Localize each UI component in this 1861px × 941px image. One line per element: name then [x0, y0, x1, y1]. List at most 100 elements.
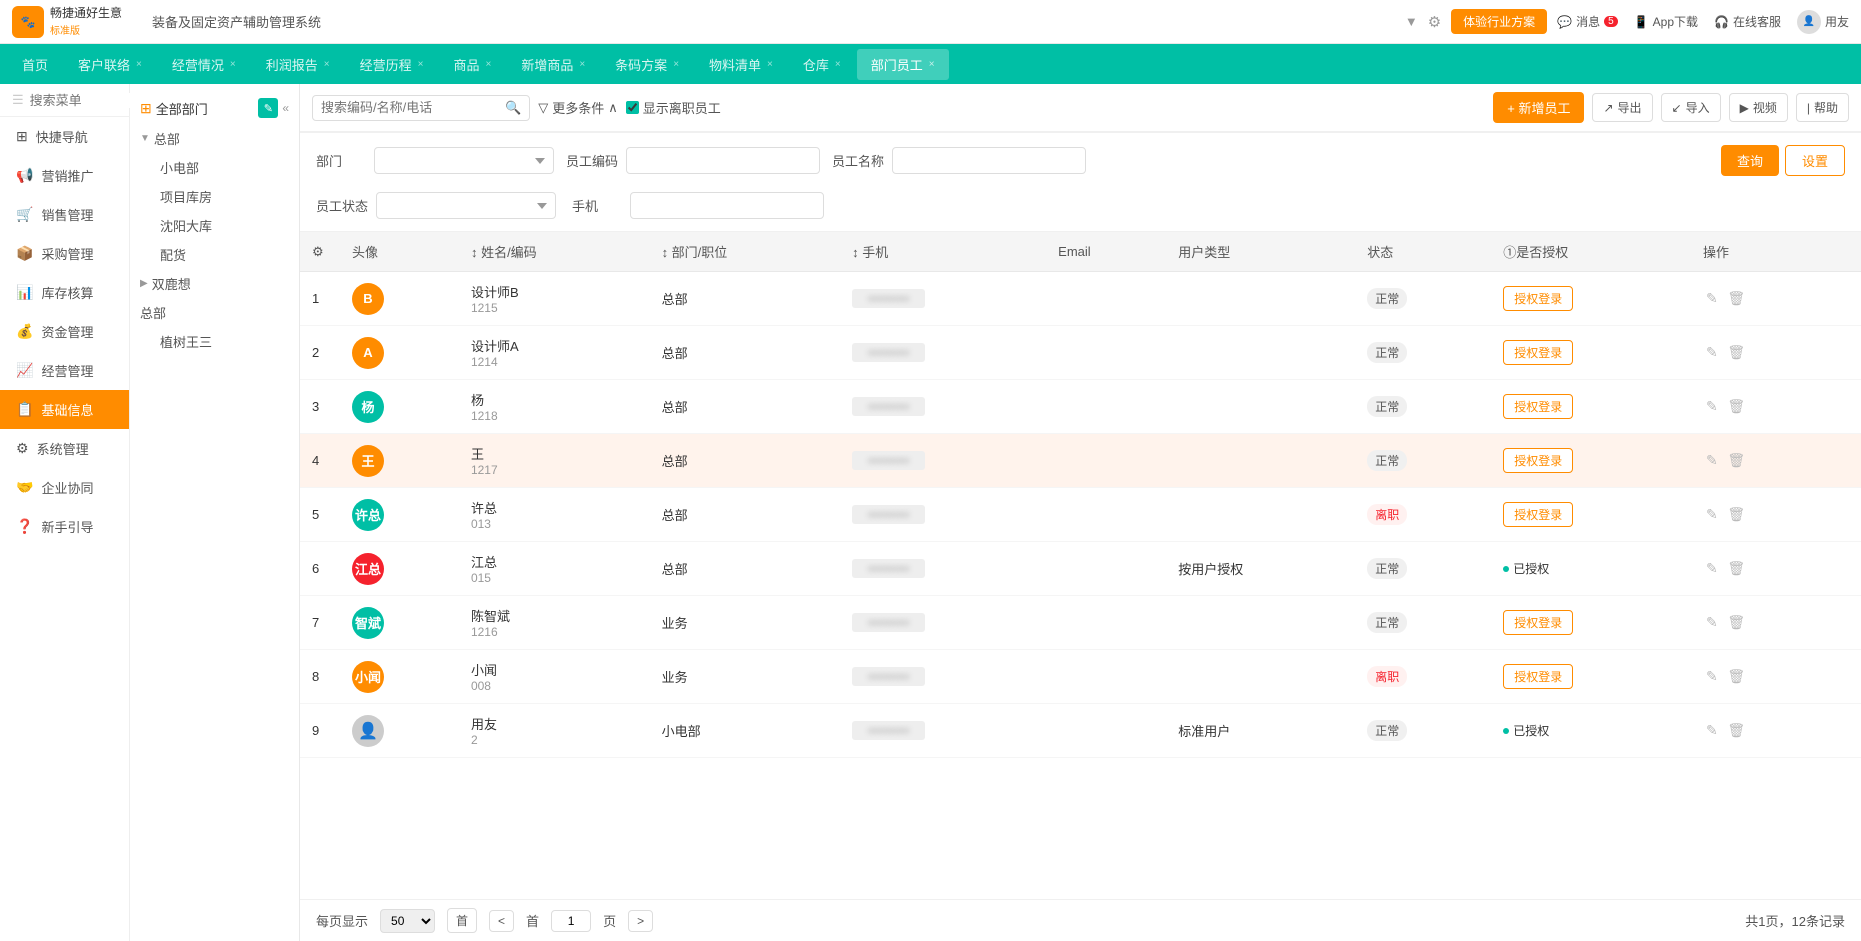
show-resigned-checkbox[interactable] [626, 101, 639, 114]
dept-tree-item-植树王三[interactable]: 植树王三 [130, 327, 299, 356]
edit-button[interactable]: ✎ [1706, 290, 1718, 306]
close-tab-icon[interactable]: × [579, 59, 585, 70]
auth-login-button[interactable]: 授权登录 [1503, 286, 1573, 311]
close-tab-icon[interactable]: × [673, 59, 679, 70]
help-button[interactable]: | 帮助 [1796, 93, 1849, 122]
nav-tab-经营历程[interactable]: 经营历程× [346, 49, 438, 80]
close-tab-icon[interactable]: × [835, 59, 841, 70]
edit-button[interactable]: ✎ [1706, 452, 1718, 468]
prev-page-button[interactable]: < [489, 910, 514, 932]
edit-button[interactable]: ✎ [1706, 668, 1718, 684]
col-phone[interactable]: ↕ 手机 [840, 232, 1046, 272]
auth-login-button[interactable]: 授权登录 [1503, 340, 1573, 365]
show-resigned-checkbox-wrap[interactable]: 显示离职员工 [626, 98, 721, 117]
set-button[interactable]: 设置 [1785, 145, 1845, 176]
delete-button[interactable]: 🗑 [1727, 614, 1745, 630]
tree-edit-button[interactable]: ✎ [258, 98, 278, 118]
search-icon[interactable]: 🔍 [505, 100, 521, 116]
empname-filter-input[interactable] [892, 147, 1086, 174]
dept-filter-select[interactable] [374, 147, 554, 174]
nav-tab-商品[interactable]: 商品× [439, 49, 505, 80]
trial-button[interactable]: 体验行业方案 [1451, 9, 1547, 34]
edit-button[interactable]: ✎ [1706, 614, 1718, 630]
delete-button[interactable]: 🗑 [1727, 398, 1745, 414]
auth-login-button[interactable]: 授权登录 [1503, 394, 1573, 419]
delete-button[interactable]: 🗑 [1727, 668, 1745, 684]
edit-button[interactable]: ✎ [1706, 398, 1718, 414]
close-tab-icon[interactable]: × [767, 59, 773, 70]
col-name[interactable]: ↕ 姓名/编码 [459, 232, 650, 272]
page-number-input[interactable] [551, 910, 591, 932]
sidebar-item-purchase[interactable]: 📦采购管理 [0, 234, 129, 273]
nav-tab-首页[interactable]: 首页 [8, 49, 62, 80]
nav-tab-物料清单[interactable]: 物料清单× [695, 49, 787, 80]
dept-tree-item-双鹿想[interactable]: ▶双鹿想 [130, 269, 299, 298]
close-tab-icon[interactable]: × [929, 59, 935, 70]
close-tab-icon[interactable]: × [136, 59, 142, 70]
sidebar-item-guide[interactable]: ❓新手引导 [0, 507, 129, 546]
sidebar-item-collab[interactable]: 🤝企业协同 [0, 468, 129, 507]
sidebar-item-quick-nav[interactable]: ⊞快捷导航 [0, 117, 129, 156]
delete-button[interactable]: 🗑 [1727, 290, 1745, 306]
add-employee-button[interactable]: + 新增员工 [1493, 92, 1584, 123]
nav-tab-部门员工[interactable]: 部门员工× [857, 49, 949, 80]
query-button[interactable]: 查询 [1721, 145, 1779, 176]
sidebar-item-system[interactable]: ⚙系统管理 [0, 429, 129, 468]
first-page-button[interactable]: 首 [447, 908, 477, 933]
dept-tree-item-沈阳大库[interactable]: 沈阳大库 [130, 211, 299, 240]
more-filter-button[interactable]: ▽ 更多条件 ∧ [538, 98, 618, 117]
edit-button[interactable]: ✎ [1706, 344, 1718, 360]
sidebar-item-finance[interactable]: 💰资金管理 [0, 312, 129, 351]
sidebar-item-basic[interactable]: 📋基础信息 [0, 390, 129, 429]
status-filter-select[interactable] [376, 192, 556, 219]
message-button[interactable]: 💬 消息 5 [1557, 13, 1618, 30]
dept-tree-item-配货[interactable]: 配货 [130, 240, 299, 269]
close-tab-icon[interactable]: × [324, 59, 330, 70]
close-tab-icon[interactable]: × [230, 59, 236, 70]
edit-button[interactable]: ✎ [1706, 560, 1718, 576]
auth-login-button[interactable]: 授权登录 [1503, 610, 1573, 635]
video-button[interactable]: ▶ 视频 [1729, 93, 1788, 122]
page-size-select[interactable]: 50 20 100 [380, 909, 435, 933]
edit-button[interactable]: ✎ [1706, 506, 1718, 522]
nav-tab-客户联络[interactable]: 客户联络× [64, 49, 156, 80]
nav-tab-经营情况[interactable]: 经营情况× [158, 49, 250, 80]
delete-button[interactable]: 🗑 [1727, 452, 1745, 468]
empcode-filter-input[interactable] [626, 147, 820, 174]
sidebar-item-operation[interactable]: 📈经营管理 [0, 351, 129, 390]
app-download-button[interactable]: 📱 App下载 [1634, 13, 1698, 30]
nav-tab-条码方案[interactable]: 条码方案× [601, 49, 693, 80]
delete-button[interactable]: 🗑 [1727, 560, 1745, 576]
dropdown-arrow-icon[interactable]: ▼ [1405, 14, 1418, 29]
sidebar-item-marketing[interactable]: 📢营销推广 [0, 156, 129, 195]
online-service-button[interactable]: 🎧 在线客服 [1714, 13, 1781, 30]
col-dept[interactable]: ↕ 部门/职位 [650, 232, 841, 272]
auth-login-button[interactable]: 授权登录 [1503, 448, 1573, 473]
export-button[interactable]: ↗ 导出 [1592, 93, 1652, 122]
auth-login-button[interactable]: 授权登录 [1503, 664, 1573, 689]
dept-tree-item-项目库房[interactable]: 项目库房 [130, 182, 299, 211]
close-tab-icon[interactable]: × [485, 59, 491, 70]
nav-tab-新增商品[interactable]: 新增商品× [507, 49, 599, 80]
col-settings[interactable]: ⚙ [300, 232, 340, 272]
phone-filter-input[interactable] [630, 192, 824, 219]
close-tab-icon[interactable]: × [418, 59, 424, 70]
tree-collapse-button[interactable]: « [282, 101, 289, 115]
auth-login-button[interactable]: 授权登录 [1503, 502, 1573, 527]
delete-button[interactable]: 🗑 [1727, 344, 1745, 360]
nav-tab-利润报告[interactable]: 利润报告× [252, 49, 344, 80]
dept-tree-item-小电部[interactable]: 小电部 [130, 153, 299, 182]
delete-button[interactable]: 🗑 [1727, 722, 1745, 738]
dept-tree-item-总部[interactable]: ▼总部 [130, 124, 299, 153]
dept-tree-item-总部[interactable]: 总部 [130, 298, 299, 327]
next-page-button[interactable]: > [628, 910, 653, 932]
sidebar-item-sales[interactable]: 🛒销售管理 [0, 195, 129, 234]
nav-tab-仓库[interactable]: 仓库× [789, 49, 855, 80]
sidebar-item-inventory[interactable]: 📊库存核算 [0, 273, 129, 312]
user-area[interactable]: 👤 用友 [1797, 10, 1849, 34]
delete-button[interactable]: 🗑 [1727, 506, 1745, 522]
edit-button[interactable]: ✎ [1706, 722, 1718, 738]
import-button[interactable]: ↙ 导入 [1661, 93, 1721, 122]
search-input[interactable] [321, 100, 501, 115]
settings-icon[interactable]: ⚙ [1428, 13, 1441, 31]
